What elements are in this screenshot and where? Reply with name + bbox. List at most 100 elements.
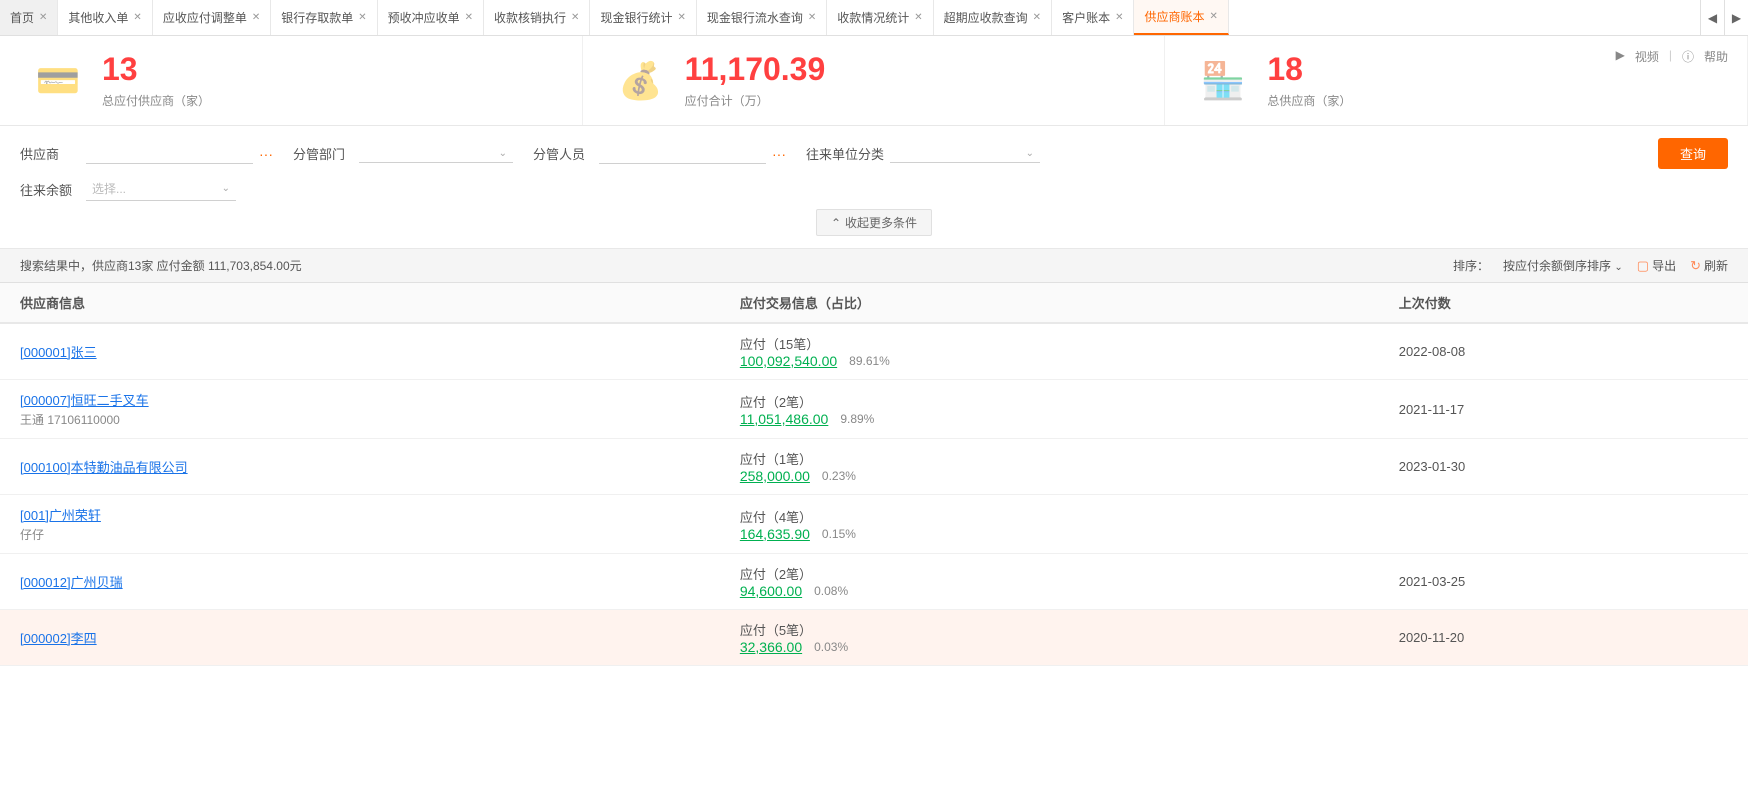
close-icon-home[interactable]: ✕: [39, 12, 47, 23]
last-pay-row-000100: 2023-01-30: [1379, 439, 1748, 495]
summary-label-total-ap-amount: 应付合计（万）: [685, 92, 826, 109]
supplier-cell-row-000012: [000012]广州贝瑞: [0, 554, 720, 610]
close-icon-ar-adjust[interactable]: ✕: [252, 12, 260, 23]
tx-amount-row-001[interactable]: 164,635.90: [740, 526, 810, 542]
dept-label: 分管部门: [293, 144, 353, 163]
close-icon-cash-bank-stat[interactable]: ✕: [677, 12, 685, 23]
table-container: 供应商信息 应付交易信息（占比） 上次付数 [000001]张三应付（15笔）1…: [0, 283, 1748, 794]
tx-cell-row-000100: 应付（1笔）258,000.000.23%: [720, 439, 1379, 495]
filter-dept: 分管部门 ⌄: [293, 144, 513, 163]
dept-select[interactable]: ⌄: [359, 145, 513, 163]
close-icon-prepay-offset[interactable]: ✕: [465, 12, 473, 23]
supplier-input[interactable]: [86, 143, 253, 164]
refresh-button[interactable]: ↻ 刷新: [1690, 257, 1728, 274]
balance-chevron-icon: ⌄: [222, 183, 230, 194]
tx-amount-row-000007[interactable]: 11,051,486.00: [740, 411, 829, 427]
supplier-dots[interactable]: ···: [259, 146, 273, 162]
filter-person: 分管人员 ···: [533, 143, 786, 164]
supplier-cell-row-000100: [000100]本特勤油品有限公司: [0, 439, 720, 495]
person-label: 分管人员: [533, 144, 593, 163]
category-select[interactable]: ⌄: [890, 145, 1040, 163]
supplier-label: 供应商: [20, 144, 80, 163]
export-button[interactable]: ▢ 导出: [1637, 257, 1676, 274]
collapse-button[interactable]: ⌃ 收起更多条件: [816, 209, 932, 236]
table-header: 供应商信息 应付交易信息（占比） 上次付数: [0, 283, 1748, 323]
tx-cell-row-001: 应付（4笔）164,635.90 0.15%: [720, 495, 1379, 554]
summary-label-total-ap-suppliers: 总应付供应商（家）: [102, 92, 210, 109]
nav-tab-cash-bank-flow[interactable]: 现金银行流水查询✕: [697, 0, 827, 35]
category-label: 往来单位分类: [806, 144, 884, 163]
results-bar: 搜索结果中，供应商13家 应付金额 111,703,854.00元 排序： 按应…: [0, 249, 1748, 283]
close-icon-bank-deposit[interactable]: ✕: [358, 12, 366, 23]
sort-chevron-icon: ⌄: [1614, 262, 1622, 273]
tx-percent-row-001: 0.15%: [822, 527, 856, 541]
summary-label-total-suppliers: 总供应商（家）: [1267, 92, 1351, 109]
video-link[interactable]: 视频: [1635, 48, 1659, 65]
nav-tab-other-income[interactable]: 其他收入单✕: [58, 0, 152, 35]
nav-tab-supplier-account[interactable]: 供应商账本✕: [1134, 0, 1228, 35]
nav-tab-customer-account[interactable]: 客户账本✕: [1052, 0, 1134, 35]
tx-label-row-001: 应付（4笔）: [740, 507, 1359, 526]
tx-label-row-000001: 应付（15笔）: [740, 334, 1359, 353]
close-icon-customer-account[interactable]: ✕: [1115, 12, 1123, 23]
nav-tab-overdue-query[interactable]: 超期应收款查询✕: [934, 0, 1052, 35]
filter-balance: 往来余额 选择... ⌄: [20, 177, 236, 201]
tx-amount-row-000100[interactable]: 258,000.00: [740, 468, 810, 484]
supplier-link-row-000012[interactable]: [000012]广州贝瑞: [20, 575, 123, 590]
balance-select[interactable]: 选择... ⌄: [86, 177, 236, 201]
close-icon-receipt-stat[interactable]: ✕: [914, 12, 922, 23]
last-pay-row-000002: 2020-11-20: [1379, 610, 1748, 666]
nav-tab-receipt-stat[interactable]: 收款情况统计✕: [827, 0, 933, 35]
tx-label-row-000007: 应付（2笔）: [740, 392, 1359, 411]
nav-tab-ar-adjust[interactable]: 应收应付调整单✕: [153, 0, 271, 35]
summary-icon-total-ap-suppliers: 💳: [30, 53, 86, 109]
supplier-link-row-000002[interactable]: [000002]李四: [20, 631, 97, 646]
tx-cell-row-000012: 应付（2笔）94,600.000.08%: [720, 554, 1379, 610]
supplier-link-row-000100[interactable]: [000100]本特勤油品有限公司: [20, 460, 188, 475]
nav-next-arrow[interactable]: ▶: [1724, 0, 1748, 35]
close-icon-cash-bank-flow[interactable]: ✕: [808, 12, 816, 23]
nav-tab-prepay-offset[interactable]: 预收冲应收单✕: [378, 0, 484, 35]
nav-tab-bank-deposit[interactable]: 银行存取款单✕: [271, 0, 377, 35]
filter-category: 往来单位分类 ⌄: [806, 144, 1040, 163]
close-icon-supplier-account[interactable]: ✕: [1209, 11, 1217, 22]
supplier-cell-row-000002: [000002]李四: [0, 610, 720, 666]
supplier-cell-row-000007: [000007]恒旺二手叉车王通 17106110000: [0, 380, 720, 439]
close-icon-other-income[interactable]: ✕: [133, 12, 141, 23]
supplier-link-row-001[interactable]: [001]广州荣轩: [20, 508, 101, 523]
results-summary-text: 搜索结果中，供应商13家 应付金额 111,703,854.00元: [20, 257, 302, 274]
filter-supplier: 供应商 ···: [20, 143, 273, 164]
nav-tab-home[interactable]: 首页✕: [0, 0, 58, 35]
person-input[interactable]: [599, 143, 766, 164]
person-dots[interactable]: ···: [772, 146, 786, 162]
supplier-cell-row-000001: [000001]张三: [0, 323, 720, 380]
tx-amount-row-000012[interactable]: 94,600.00: [740, 583, 802, 599]
close-icon-overdue-query[interactable]: ✕: [1033, 12, 1041, 23]
table-row: [000100]本特勤油品有限公司应付（1笔）258,000.000.23%20…: [0, 439, 1748, 495]
close-icon-receipt-verify[interactable]: ✕: [571, 12, 579, 23]
summary-item-total-ap-amount: 💰11,170.39应付合计（万）: [583, 36, 1166, 125]
data-table: 供应商信息 应付交易信息（占比） 上次付数 [000001]张三应付（15笔）1…: [0, 283, 1748, 666]
nav-prev-arrow[interactable]: ◀: [1700, 0, 1724, 35]
tx-percent-row-000100: 0.23%: [822, 469, 856, 483]
supplier-cell-row-001: [001]广州荣轩仔仔: [0, 495, 720, 554]
table-row: [000012]广州贝瑞应付（2笔）94,600.000.08%2021-03-…: [0, 554, 1748, 610]
sort-select[interactable]: 按应付余额倒序排序 ⌄: [1503, 257, 1623, 274]
tx-amount-row-000001[interactable]: 100,092,540.00: [740, 353, 837, 369]
supplier-link-row-000007[interactable]: [000007]恒旺二手叉车: [20, 393, 149, 408]
tx-label-row-000012: 应付（2笔）: [740, 564, 1359, 583]
table-row: [000007]恒旺二手叉车王通 17106110000 应付（2笔）11,051…: [0, 380, 1748, 439]
nav-tab-receipt-verify[interactable]: 收款核销执行✕: [484, 0, 590, 35]
last-pay-row-001: [1379, 495, 1748, 554]
page-wrapper: 首页✕其他收入单✕应收应付调整单✕银行存取款单✕预收冲应收单✕收款核销执行✕现金…: [0, 0, 1748, 794]
dept-chevron-icon: ⌄: [499, 148, 507, 159]
tx-amount-row-000002[interactable]: 32,366.00: [740, 639, 802, 655]
query-button[interactable]: 查询: [1658, 138, 1728, 169]
help-link[interactable]: 帮助: [1704, 48, 1728, 65]
supplier-link-row-000001[interactable]: [000001]张三: [20, 345, 97, 360]
tx-percent-row-000001: 89.61%: [849, 354, 890, 368]
last-pay-row-000001: 2022-08-08: [1379, 323, 1748, 380]
filter-area: 供应商 ··· 分管部门 ⌄ 分管人员 ··· 往来单位分类: [0, 126, 1748, 249]
nav-tab-cash-bank-stat[interactable]: 现金银行统计✕: [590, 0, 696, 35]
supplier-sub-row-001: 仔仔: [20, 526, 700, 543]
